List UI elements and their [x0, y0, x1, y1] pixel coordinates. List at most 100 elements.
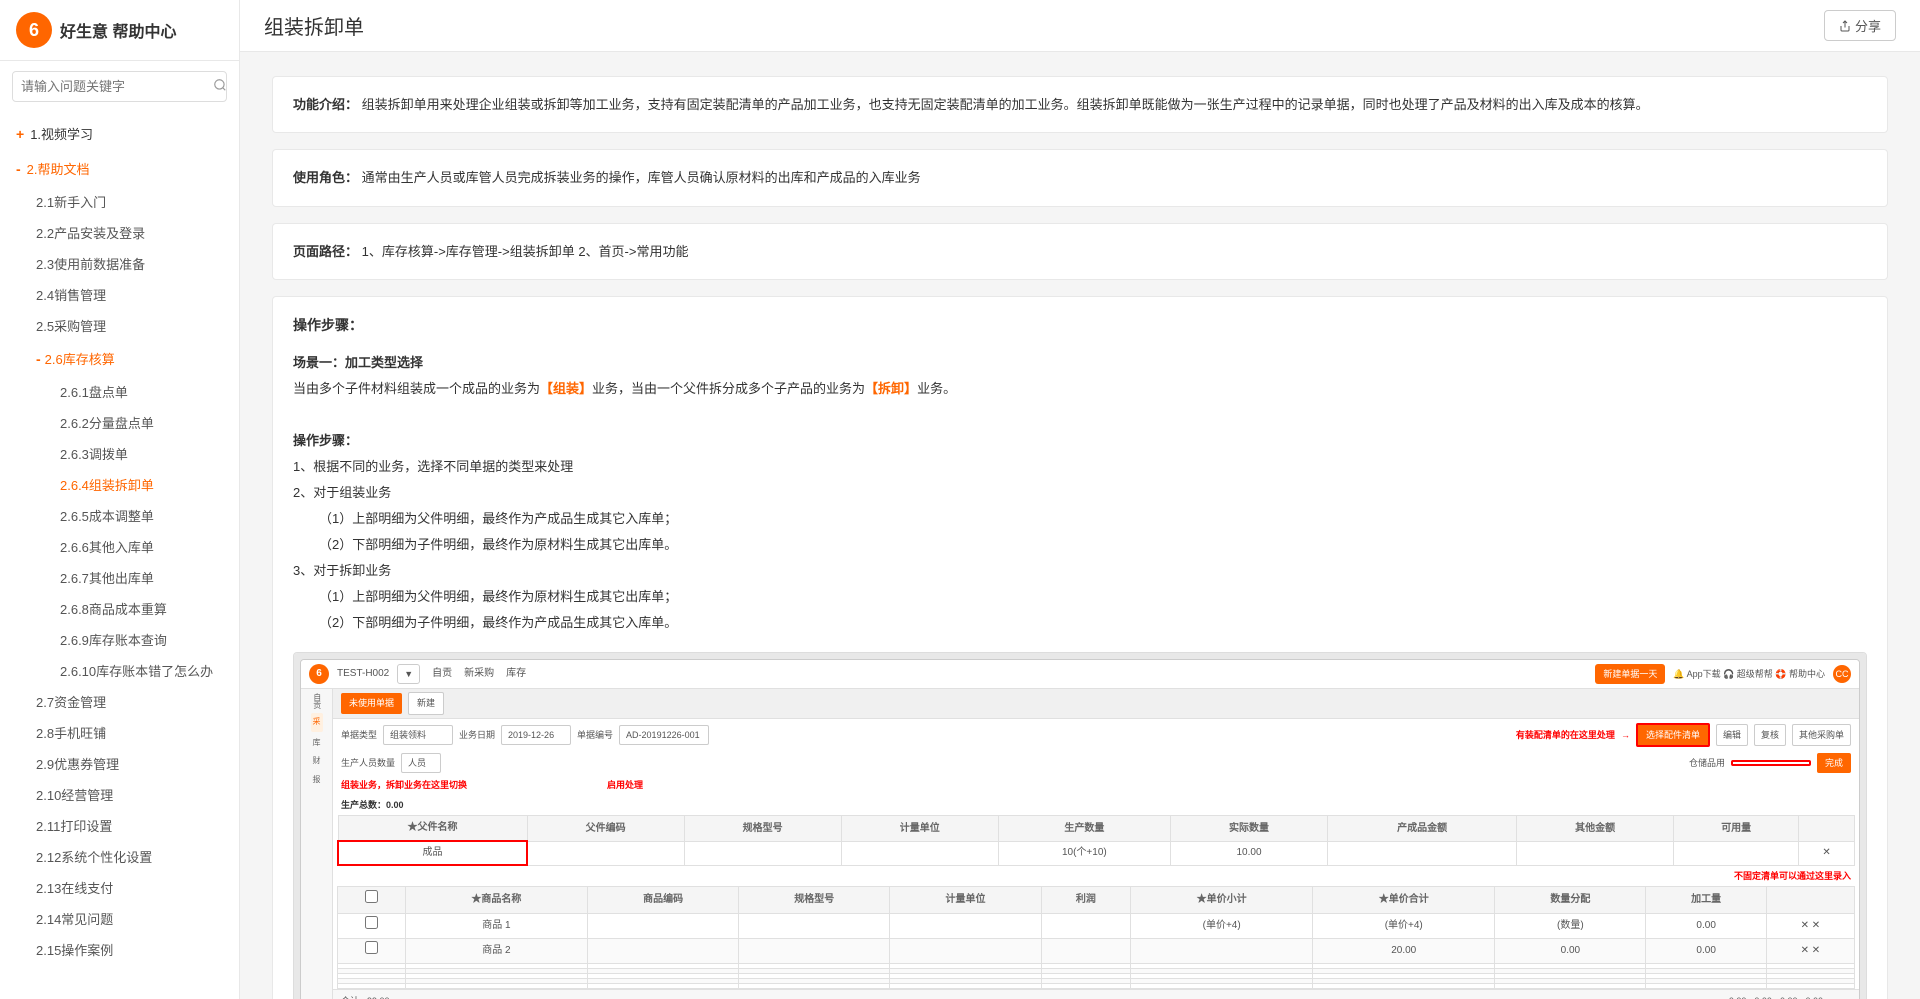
lower-row1-process: 0.00 [1646, 914, 1766, 939]
sidebar-item-2-6-7[interactable]: 2.6.7其他出库单 [0, 562, 239, 593]
mock-input-num[interactable]: AD-20191226-001 [619, 725, 709, 745]
upper-cell-amt [1328, 841, 1517, 865]
mock-input-date[interactable]: 2019-12-26 [501, 725, 571, 745]
mock-nav-item-home: 自贡 [428, 663, 456, 685]
sidebar-item-1[interactable]: + 1.视频学习 [0, 116, 239, 151]
annotation-1: 有装配清单的在这里处理 [1516, 727, 1615, 743]
role-label: 使用角色： [293, 170, 358, 185]
sidebar-item-2-2[interactable]: 2.2产品安装及登录 [0, 217, 239, 248]
sidebar-item-2-10[interactable]: 2.10经营管理 [0, 779, 239, 810]
sidebar-item-2-6-9[interactable]: 2.6.9库存账本查询 [0, 624, 239, 655]
path-block: 页面路径： 1、库存核算->库存管理->组装拆卸单 2、首页->常用功能 [272, 223, 1888, 280]
lower-th-checkbox[interactable] [365, 890, 378, 903]
mock-new-order-btn[interactable]: 新建单据一天 [1595, 664, 1665, 684]
function-intro-block: 功能介绍： 组装拆卸单用来处理企业组装或拆卸等加工业务，支持有固定装配清单的产品… [272, 76, 1888, 133]
sidebar-item-2-3[interactable]: 2.3使用前数据准备 [0, 248, 239, 279]
mock-btn-other2[interactable]: 其他采购单 [1792, 724, 1851, 746]
upper-cell-other [1517, 841, 1674, 865]
topbar: 组装拆卸单 分享 [240, 0, 1920, 52]
sidebar-item-2-8[interactable]: 2.8手机旺铺 [0, 717, 239, 748]
sidebar-item-2-4[interactable]: 2.4销售管理 [0, 279, 239, 310]
sidebar-item-2-14[interactable]: 2.14常见问题 [0, 903, 239, 934]
sidebar-item-2-6-8[interactable]: 2.6.8商品成本重算 [0, 593, 239, 624]
lower-row2-unit [890, 939, 1041, 964]
sidebar-item-2-13[interactable]: 2.13在线支付 [0, 872, 239, 903]
search-input[interactable] [13, 73, 205, 100]
sidebar-item-2-15[interactable]: 2.15操作案例 [0, 934, 239, 965]
sidebar-item-2-6-3[interactable]: 2.6.3调拨单 [0, 438, 239, 469]
mock-sidebar-item4: 财 [313, 754, 321, 768]
upper-cell-spec [684, 841, 841, 865]
lower-row2-checkbox[interactable] [365, 941, 378, 954]
mock-tab-save[interactable]: 新建 [408, 692, 444, 714]
sidebar-label-2-6: 2.6库存核算 [45, 349, 115, 368]
share-button[interactable]: 分享 [1824, 10, 1896, 41]
lower-row1-action[interactable]: ✕ ✕ [1766, 914, 1854, 939]
mock-input-qty[interactable]: 人员 [401, 753, 441, 773]
search-button[interactable] [205, 72, 227, 101]
lower-row1-profit [1041, 914, 1130, 939]
lower-th-5: 利润 [1041, 887, 1130, 914]
mock-btn-config[interactable]: 选择配件清单 [1636, 723, 1710, 747]
sidebar-item-2-9[interactable]: 2.9优惠券管理 [0, 748, 239, 779]
mock-app: 6 TEST-H002 ▼ 自贡 新采购 库存 新建单据一天 🔔 App下载 🎧… [300, 659, 1860, 999]
mock-label-main: 生产总数：0.00 [341, 797, 404, 813]
search-box[interactable] [12, 71, 227, 102]
lower-row2-subtotal [1131, 939, 1313, 964]
lower-th-check [338, 887, 406, 914]
lower-row-1: 商品 1 (单价+4) (单价+4) (数量) [338, 914, 1855, 939]
lower-th-action [1766, 887, 1854, 914]
sidebar-item-2[interactable]: - 2.帮助文档 [0, 151, 239, 186]
sidebar-item-2-6-6[interactable]: 2.6.6其他入库单 [0, 531, 239, 562]
mock-nav-item-purchase: 新采购 [460, 663, 498, 685]
mock-btn-other[interactable]: 复核 [1754, 724, 1786, 746]
sidebar-item-2-12[interactable]: 2.12系统个性化设置 [0, 841, 239, 872]
totals-val4: 0.00 [1780, 993, 1798, 999]
lower-row2-code [587, 939, 738, 964]
upper-cell-action[interactable]: ✕ [1799, 841, 1855, 865]
mock-btn-complete[interactable]: 完成 [1817, 753, 1851, 773]
totals-val5: 0.00 [1805, 993, 1823, 999]
upper-th-9: 可用量 [1674, 816, 1799, 842]
sidebar-item-2-6-4[interactable]: 2.6.4组装拆卸单 [0, 469, 239, 500]
sidebar-item-2-6-2[interactable]: 2.6.2分量盘点单 [0, 407, 239, 438]
mock-input-wh[interactable] [1731, 760, 1811, 766]
sidebar-label-1: 1.视频学习 [30, 124, 93, 143]
lower-row1-code [587, 914, 738, 939]
role-text: 通常由生产人员或库管人员完成拆装业务的操作，库管人员确认原材料的出库和产成品的入… [362, 170, 921, 185]
lower-th-3: 规格型号 [739, 887, 890, 914]
totals-val3: 0.00 [1754, 993, 1772, 999]
step2: 2、对于组装业务 [293, 480, 1867, 506]
lower-row1-checkbox[interactable] [365, 916, 378, 929]
lower-table-container: ★商品名称 商品编码 规格型号 计量单位 利润 ★单价小计 ★单价合计 [333, 886, 1859, 989]
steps-text: 场景一：加工类型选择 当由多个子件材料组装成一个成品的业务为【组装】业务，当由一… [293, 350, 1867, 636]
mock-sidebar-item3: 库 [313, 736, 321, 750]
sidebar-item-2-7[interactable]: 2.7资金管理 [0, 686, 239, 717]
step3-sub1: （1）上部明细为父件明细，最终作为原材料生成其它出库单； [293, 584, 1867, 610]
mock-tab-new[interactable]: 未使用单据 [341, 693, 402, 713]
sidebar-item-2-11[interactable]: 2.11打印设置 [0, 810, 239, 841]
sidebar-item-2-6[interactable]: - 2.6库存核算 [0, 341, 239, 376]
step2-sub1: （1）上部明细为父件明细，最终作为产成品生成其它入库单； [293, 506, 1867, 532]
lower-row1-unit [890, 914, 1041, 939]
lower-row1-distrib: (数量) [1495, 914, 1646, 939]
sidebar-item-2-6-10[interactable]: 2.6.10库存账本错了怎么办 [0, 655, 239, 686]
mock-sidebar-item2: 采 [311, 713, 323, 731]
lower-row1-subtotal: (单价+4) [1131, 914, 1313, 939]
logo-icon: 6 [16, 12, 52, 48]
sidebar-item-2-6-5[interactable]: 2.6.5成本调整单 [0, 500, 239, 531]
mock-selector: ▼ [397, 664, 420, 684]
sidebar-item-2-1[interactable]: 2.1新手入门 [0, 186, 239, 217]
sidebar-item-2-5[interactable]: 2.5采购管理 [0, 310, 239, 341]
lower-row2-name: 商品 2 [405, 939, 587, 964]
sidebar-item-2-6-1[interactable]: 2.6.1盘点单 [0, 376, 239, 407]
totals-val2: 0.00 [1729, 993, 1747, 999]
mock-input-type[interactable]: 组装领料 [383, 725, 453, 745]
lower-row1-spec [739, 914, 890, 939]
steps-block: 操作步骤： 场景一：加工类型选择 当由多个子件材料组装成一个成品的业务为【组装】… [272, 296, 1888, 999]
lower-row2-spec [739, 939, 890, 964]
lower-row2-profit [1041, 939, 1130, 964]
lower-row2-action[interactable]: ✕ ✕ [1766, 939, 1854, 964]
mock-btn-edit[interactable]: 编辑 [1716, 724, 1748, 746]
mock-nav: 自贡 新采购 库存 [428, 663, 530, 685]
